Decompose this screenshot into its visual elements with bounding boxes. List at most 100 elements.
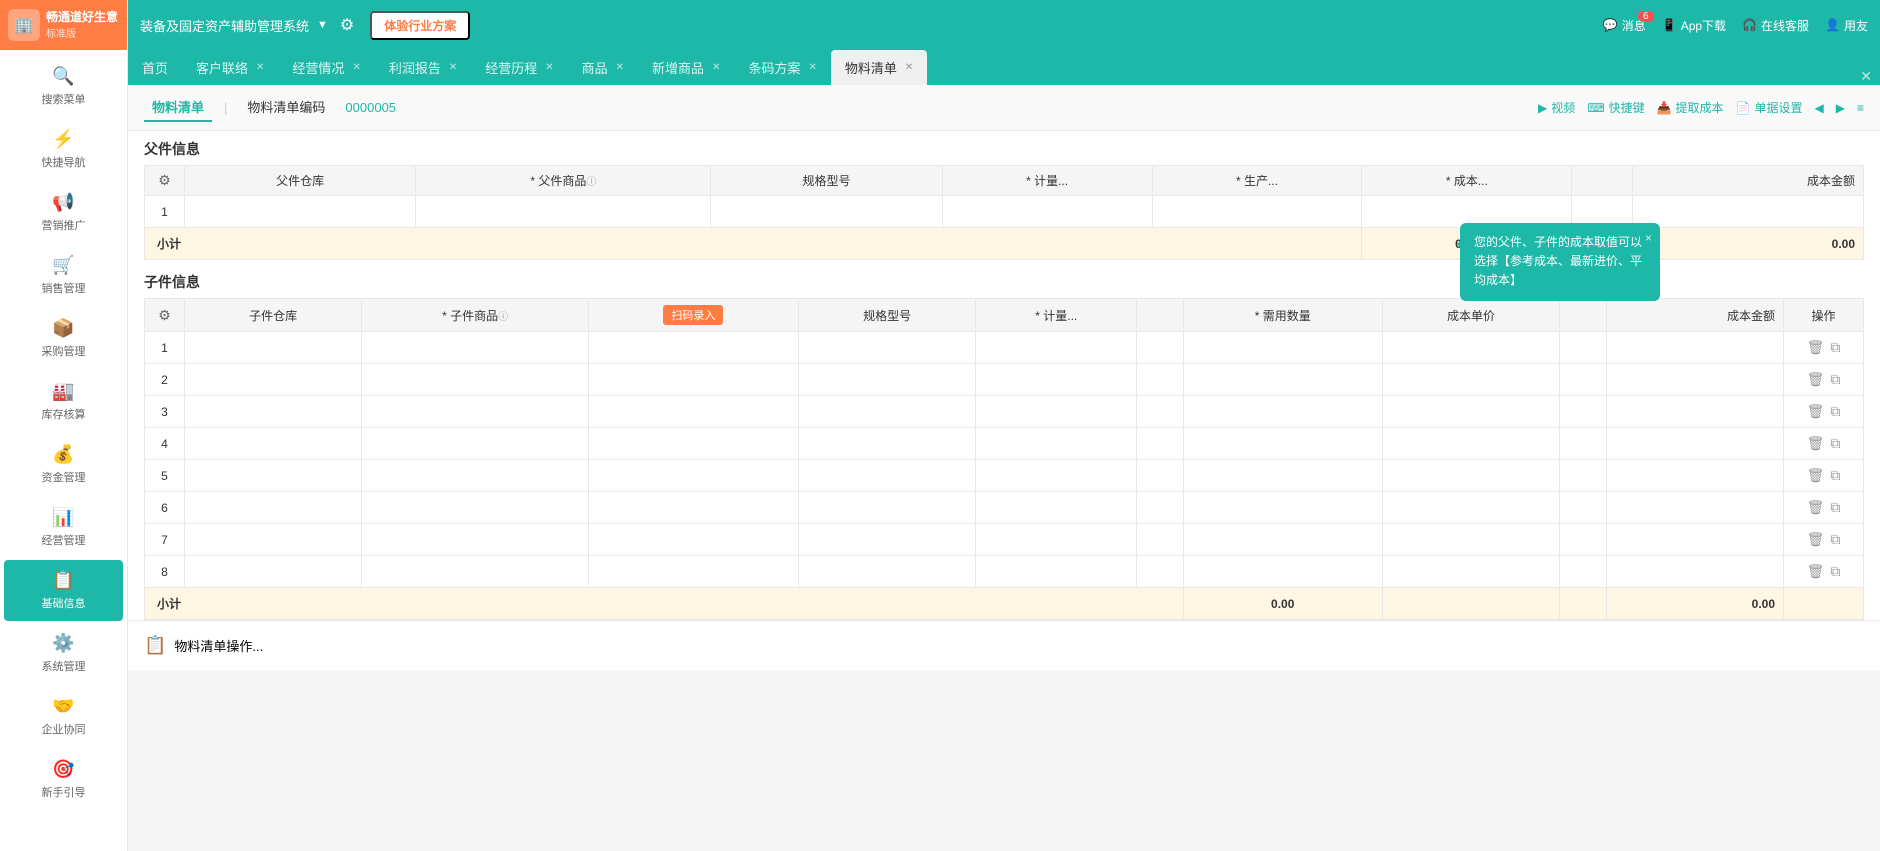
tab-goods[interactable]: 商品 ✕: [568, 50, 638, 85]
copy-icon-1[interactable]: ⧉: [1830, 339, 1840, 356]
tab-bom[interactable]: 物料清单 ✕: [831, 50, 927, 85]
tab-bom-close[interactable]: ✕: [905, 62, 913, 73]
child-row-4-warehouse[interactable]: [185, 428, 362, 460]
extract-cost-button[interactable]: 📥 提取成本: [1657, 99, 1724, 116]
child-row-4-unit-cost[interactable]: [1382, 428, 1559, 460]
tab-operation-close[interactable]: ✕: [352, 62, 360, 73]
parent-row-1-warehouse[interactable]: [185, 196, 416, 228]
sidebar-item-search[interactable]: 🔍 搜索菜单: [4, 56, 123, 117]
tab-barcode[interactable]: 条码方案 ✕: [734, 50, 830, 85]
child-row-7-product[interactable]: [362, 524, 588, 556]
sidebar-item-sales[interactable]: 🛒 销售管理: [4, 245, 123, 306]
child-row-1-warehouse[interactable]: [185, 332, 362, 364]
child-row-3-product[interactable]: [362, 396, 588, 428]
child-row-5-unit-cost[interactable]: [1382, 460, 1559, 492]
child-row-1-spec[interactable]: [798, 332, 975, 364]
single-settings-button[interactable]: 📄 单据设置: [1736, 99, 1803, 116]
copy-icon-7[interactable]: ⧉: [1830, 531, 1840, 548]
close-all-tabs[interactable]: ✕: [1852, 68, 1880, 85]
child-row-6-product[interactable]: [362, 492, 588, 524]
tab-goods-close[interactable]: ✕: [616, 62, 624, 73]
child-row-8-product[interactable]: [362, 556, 588, 588]
trial-button[interactable]: 体验行业方案: [370, 11, 470, 40]
child-row-3-unit-cost[interactable]: [1382, 396, 1559, 428]
gear-icon[interactable]: ⚙: [158, 172, 171, 188]
child-row-5-warehouse[interactable]: [185, 460, 362, 492]
tab-barcode-close[interactable]: ✕: [808, 62, 816, 73]
child-row-6-unit[interactable]: [976, 492, 1137, 524]
copy-icon-8[interactable]: ⧉: [1830, 563, 1840, 580]
child-row-7-spec[interactable]: [798, 524, 975, 556]
child-row-8-qty[interactable]: [1183, 556, 1382, 588]
copy-icon-2[interactable]: ⧉: [1830, 371, 1840, 388]
nav-next[interactable]: ▶: [1836, 101, 1845, 115]
child-row-8-unit-cost[interactable]: [1382, 556, 1559, 588]
sidebar-item-marketing[interactable]: 📢 营销推广: [4, 182, 123, 243]
page-tab-bom[interactable]: 物料清单: [144, 93, 212, 122]
child-row-2-spec[interactable]: [798, 364, 975, 396]
tab-history[interactable]: 经营历程 ✕: [471, 50, 567, 85]
copy-icon-4[interactable]: ⧉: [1830, 435, 1840, 452]
child-row-3-unit[interactable]: [976, 396, 1137, 428]
sidebar-item-purchase[interactable]: 📦 采购管理: [4, 308, 123, 369]
sidebar-item-guide[interactable]: 🎯 新手引导: [4, 749, 123, 810]
child-row-2-unit[interactable]: [976, 364, 1137, 396]
sidebar-item-system[interactable]: ⚙️ 系统管理: [4, 623, 123, 684]
shortcut-button[interactable]: ⌨ 快捷键: [1587, 99, 1644, 116]
child-row-1-unit-cost[interactable]: [1382, 332, 1559, 364]
copy-icon-6[interactable]: ⧉: [1830, 499, 1840, 516]
sidebar-item-basic[interactable]: 📋 基础信息: [4, 560, 123, 621]
delete-icon-8[interactable]: 🗑: [1807, 563, 1825, 580]
tab-new-goods-close[interactable]: ✕: [712, 62, 720, 73]
child-row-4-spec[interactable]: [798, 428, 975, 460]
child-gear-icon[interactable]: ⚙: [158, 307, 171, 323]
child-row-4-qty[interactable]: [1183, 428, 1382, 460]
child-row-1-product[interactable]: [362, 332, 588, 364]
parent-row-1-unit[interactable]: [942, 196, 1152, 228]
child-row-6-qty[interactable]: [1183, 492, 1382, 524]
tab-profit-close[interactable]: ✕: [449, 62, 457, 73]
sidebar-item-finance[interactable]: 💰 资金管理: [4, 434, 123, 495]
tab-home[interactable]: 首页: [128, 50, 182, 85]
child-row-2-warehouse[interactable]: [185, 364, 362, 396]
online-service-button[interactable]: 🎧 在线客服: [1742, 17, 1809, 34]
child-row-5-qty[interactable]: [1183, 460, 1382, 492]
child-row-2-product[interactable]: [362, 364, 588, 396]
child-row-7-unit-cost[interactable]: [1382, 524, 1559, 556]
copy-icon-3[interactable]: ⧉: [1830, 403, 1840, 420]
delete-icon-2[interactable]: 🗑: [1807, 371, 1825, 388]
tooltip-close[interactable]: ×: [1645, 229, 1652, 248]
parent-row-1-produce[interactable]: [1152, 196, 1362, 228]
child-row-1-unit[interactable]: [976, 332, 1137, 364]
system-dropdown[interactable]: ▼: [317, 19, 328, 31]
copy-icon-5[interactable]: ⧉: [1830, 467, 1840, 484]
delete-icon-1[interactable]: 🗑: [1807, 339, 1825, 356]
page-tab-code-label[interactable]: 物料清单编码: [239, 93, 333, 122]
child-row-4-product[interactable]: [362, 428, 588, 460]
app-download-button[interactable]: 📱 App下载: [1662, 17, 1726, 34]
sidebar-item-enterprise[interactable]: 🤝 企业协同: [4, 686, 123, 747]
child-row-8-warehouse[interactable]: [185, 556, 362, 588]
tab-history-close[interactable]: ✕: [545, 62, 553, 73]
delete-icon-7[interactable]: 🗑: [1807, 531, 1825, 548]
parent-row-1-product[interactable]: [416, 196, 711, 228]
user-button[interactable]: 👤 用友: [1825, 17, 1868, 34]
delete-icon-6[interactable]: 🗑: [1807, 499, 1825, 516]
child-row-6-warehouse[interactable]: [185, 492, 362, 524]
tab-customer-close[interactable]: ✕: [256, 62, 264, 73]
sidebar-item-operation[interactable]: 📊 经营管理: [4, 497, 123, 558]
sidebar-item-quicknav[interactable]: ⚡ 快捷导航: [4, 119, 123, 180]
message-button[interactable]: 💬 消息 6: [1603, 17, 1646, 34]
child-row-7-qty[interactable]: [1183, 524, 1382, 556]
child-row-2-qty[interactable]: [1183, 364, 1382, 396]
child-row-5-product[interactable]: [362, 460, 588, 492]
video-button[interactable]: ▶ 视频: [1538, 99, 1575, 116]
child-row-7-unit[interactable]: [976, 524, 1137, 556]
child-row-2-unit-cost[interactable]: [1382, 364, 1559, 396]
tab-operation[interactable]: 经营情况 ✕: [278, 50, 374, 85]
parent-row-1-spec[interactable]: [711, 196, 942, 228]
scan-button[interactable]: 扫码录入: [663, 305, 723, 325]
child-row-8-unit[interactable]: [976, 556, 1137, 588]
child-row-5-unit[interactable]: [976, 460, 1137, 492]
delete-icon-5[interactable]: 🗑: [1807, 467, 1825, 484]
